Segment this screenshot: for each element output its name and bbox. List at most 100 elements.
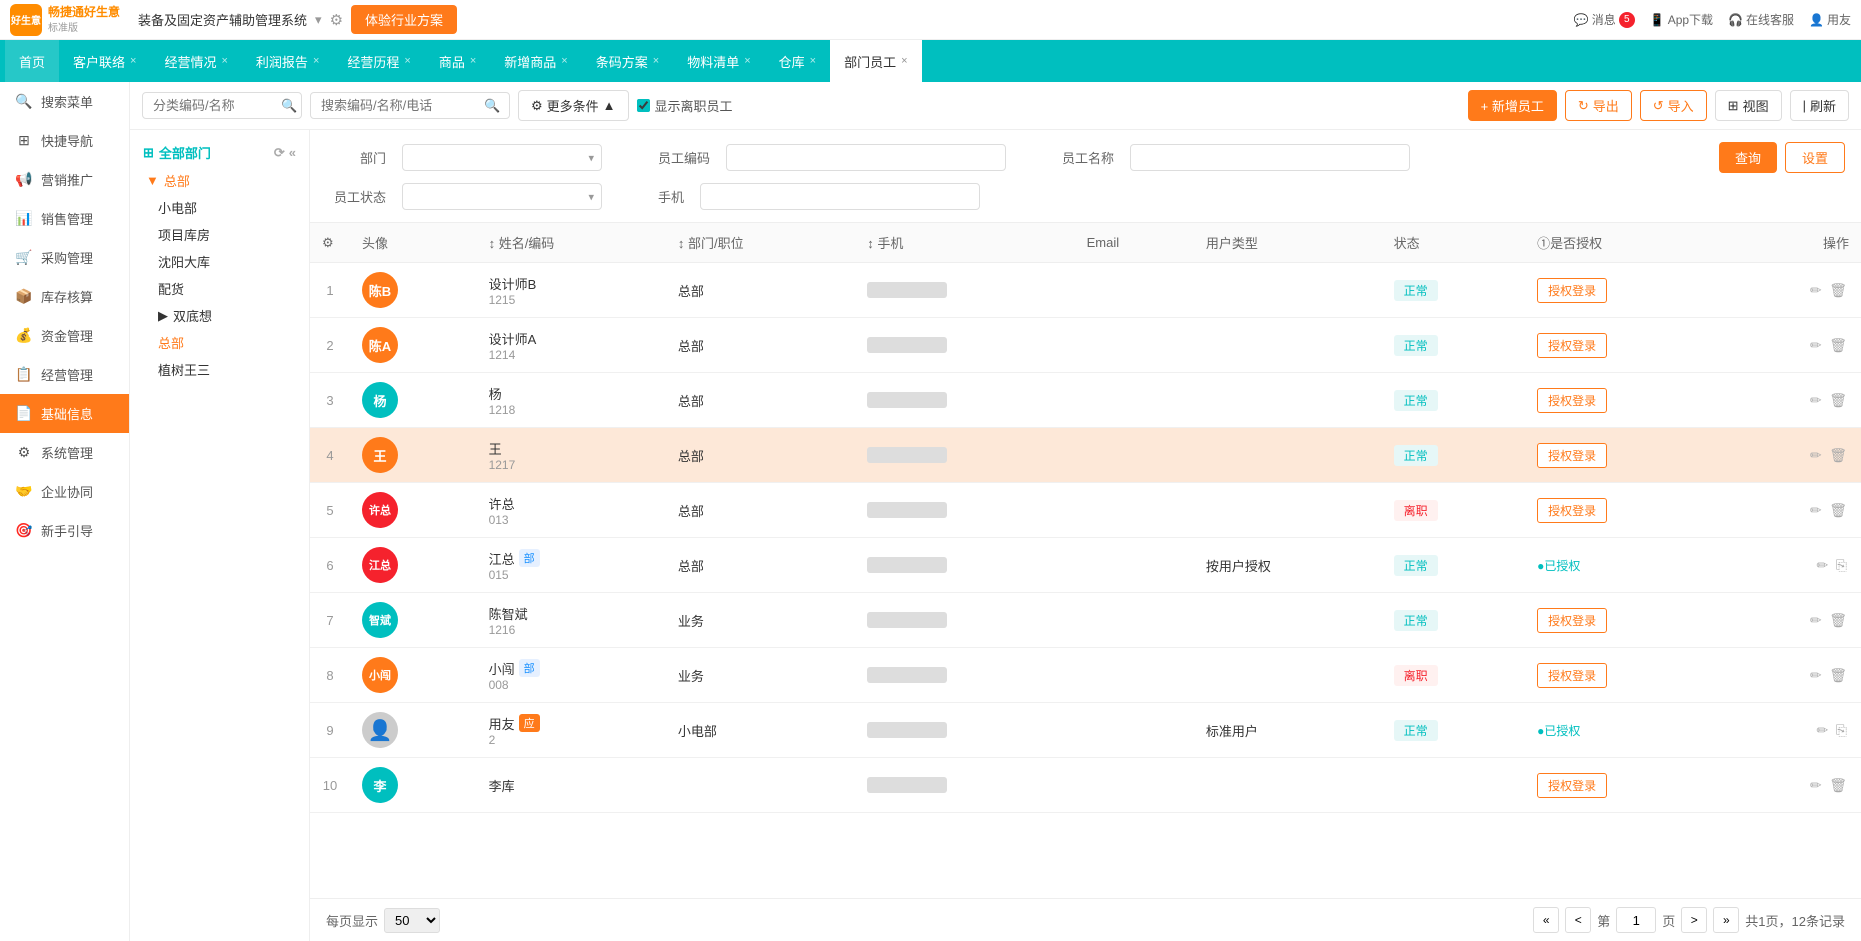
search-btn[interactable]: 查询 — [1719, 142, 1777, 173]
sidebar-item-operations[interactable]: 📋 经营管理 — [0, 355, 129, 394]
nav-item-goods[interactable]: 商品 × — [425, 40, 490, 82]
delete-btn[interactable]: 🗑 — [1827, 665, 1849, 686]
edit-btn[interactable]: ✏ — [1814, 720, 1830, 741]
phone-input[interactable] — [700, 183, 980, 210]
close-icon[interactable]: × — [901, 55, 907, 67]
reset-btn[interactable]: 设置 — [1785, 142, 1845, 173]
per-page-select[interactable]: 50 100 200 — [384, 908, 440, 933]
category-search-input[interactable] — [143, 93, 273, 118]
copy-btn[interactable]: ⎘ — [1834, 720, 1849, 741]
app-download-btn[interactable]: 📱 App下载 — [1650, 11, 1713, 28]
edit-btn[interactable]: ✏ — [1808, 280, 1824, 301]
delete-btn[interactable]: 🗑 — [1827, 335, 1849, 356]
nav-item-employees[interactable]: 部门员工 × — [830, 40, 921, 82]
authorize-btn[interactable]: 授权登录 — [1537, 498, 1607, 523]
dept-collapse-btn[interactable]: « — [289, 145, 296, 161]
views-btn[interactable]: ⊞ 视图 — [1715, 90, 1782, 121]
col-phone[interactable]: ↕ 手机 — [855, 223, 1074, 263]
dept-item-distribution[interactable]: 配货 — [138, 275, 301, 302]
edit-btn[interactable]: ✏ — [1814, 555, 1830, 576]
edit-btn[interactable]: ✏ — [1808, 775, 1824, 796]
edit-btn[interactable]: ✏ — [1808, 335, 1824, 356]
delete-btn[interactable]: 🗑 — [1827, 610, 1849, 631]
sidebar-item-finance[interactable]: 💰 资金管理 — [0, 316, 129, 355]
nav-item-profit[interactable]: 利润报告 × — [242, 40, 333, 82]
dept-refresh-icon[interactable]: ⟳ — [274, 145, 285, 161]
edit-btn[interactable]: ✏ — [1808, 445, 1824, 466]
authorize-btn[interactable]: 授权登录 — [1537, 773, 1607, 798]
nav-item-home[interactable]: 首页 — [5, 40, 59, 82]
col-dept[interactable]: ↕ 部门/职位 — [666, 223, 855, 263]
nav-item-bom[interactable]: 物料清单 × — [673, 40, 764, 82]
dept-select[interactable] — [402, 144, 602, 171]
category-search-icon[interactable]: 🔍 — [273, 98, 302, 114]
dept-item-xiao[interactable]: 小电部 — [138, 194, 301, 221]
close-icon[interactable]: × — [313, 55, 319, 67]
employee-search-input[interactable] — [311, 93, 476, 118]
sidebar-item-marketing[interactable]: 📢 营销推广 — [0, 160, 129, 199]
add-employee-btn[interactable]: + 新增员工 — [1468, 90, 1557, 121]
dept-item-general[interactable]: 总部 — [138, 329, 301, 356]
sidebar-item-system[interactable]: ⚙ 系统管理 — [0, 433, 129, 472]
sidebar-item-sales[interactable]: 📊 销售管理 — [0, 199, 129, 238]
authorize-btn[interactable]: 授权登录 — [1537, 388, 1607, 413]
authorize-btn[interactable]: 授权登录 — [1537, 663, 1607, 688]
authorize-btn[interactable]: 授权登录 — [1537, 278, 1607, 303]
sidebar-item-guide[interactable]: 🎯 新手引导 — [0, 511, 129, 550]
dept-item-plant[interactable]: 植树王三 — [138, 356, 301, 383]
copy-btn[interactable]: ⎘ — [1834, 555, 1849, 576]
more-conditions-btn[interactable]: ⚙ 更多条件 ▲ — [518, 90, 629, 121]
delete-btn[interactable]: 🗑 — [1827, 775, 1849, 796]
col-name[interactable]: ↕ 姓名/编码 — [477, 223, 666, 263]
message-btn[interactable]: 💬 消息 5 — [1574, 11, 1635, 28]
sidebar-item-basic-info[interactable]: 📄 基础信息 — [0, 394, 129, 433]
close-icon[interactable]: × — [130, 55, 136, 67]
close-icon[interactable]: × — [470, 55, 476, 67]
nav-item-warehouse[interactable]: 仓库 × — [765, 40, 830, 82]
close-icon[interactable]: × — [404, 55, 410, 67]
employee-search-icon[interactable]: 🔍 — [476, 98, 508, 114]
dept-item-shuang[interactable]: ▶ 双底想 — [138, 302, 301, 329]
refresh-btn[interactable]: | 刷新 — [1790, 90, 1849, 121]
dept-item-root[interactable]: ▼ 总部 — [138, 167, 301, 194]
prev-page-btn[interactable]: < — [1565, 907, 1591, 933]
sidebar-item-inventory[interactable]: 📦 库存核算 — [0, 277, 129, 316]
nav-item-process[interactable]: 经营历程 × — [333, 40, 424, 82]
import-btn[interactable]: ↺ 导入 — [1640, 90, 1707, 121]
dept-item-shenyang[interactable]: 沈阳大库 — [138, 248, 301, 275]
first-page-btn[interactable]: « — [1533, 907, 1559, 933]
delete-btn[interactable]: 🗑 — [1827, 500, 1849, 521]
last-page-btn[interactable]: » — [1713, 907, 1739, 933]
export-btn[interactable]: ↻ 导出 — [1565, 90, 1632, 121]
next-page-btn[interactable]: > — [1681, 907, 1707, 933]
delete-btn[interactable]: 🗑 — [1827, 445, 1849, 466]
edit-btn[interactable]: ✏ — [1808, 610, 1824, 631]
authorize-btn[interactable]: 授权登录 — [1537, 333, 1607, 358]
sidebar-item-quicknav[interactable]: ⊞ 快捷导航 — [0, 121, 129, 160]
nav-item-barcode[interactable]: 条码方案 × — [582, 40, 673, 82]
experience-btn[interactable]: 体验行业方案 — [351, 5, 457, 34]
sidebar-item-collab[interactable]: 🤝 企业协同 — [0, 472, 129, 511]
emp-status-select[interactable] — [402, 183, 602, 210]
settings-icon[interactable]: ⚙ — [330, 11, 343, 29]
close-icon[interactable]: × — [810, 55, 816, 67]
close-icon[interactable]: × — [653, 55, 659, 67]
page-number-input[interactable] — [1616, 907, 1656, 933]
authorize-btn[interactable]: 授权登录 — [1537, 443, 1607, 468]
user-btn[interactable]: 👤 用友 — [1809, 11, 1851, 28]
dept-item-project[interactable]: 项目库房 — [138, 221, 301, 248]
nav-item-business[interactable]: 经营情况 × — [150, 40, 241, 82]
emp-name-input[interactable] — [1130, 144, 1410, 171]
nav-item-add-goods[interactable]: 新增商品 × — [490, 40, 581, 82]
close-icon[interactable]: × — [561, 55, 567, 67]
edit-btn[interactable]: ✏ — [1808, 390, 1824, 411]
online-service-btn[interactable]: 🎧 在线客服 — [1728, 11, 1794, 28]
sidebar-item-purchase[interactable]: 🛒 采购管理 — [0, 238, 129, 277]
emp-code-input[interactable] — [726, 144, 1006, 171]
col-settings[interactable]: ⚙ — [310, 223, 350, 263]
delete-btn[interactable]: 🗑 — [1827, 390, 1849, 411]
dropdown-arrow[interactable]: ▾ — [315, 12, 322, 28]
edit-btn[interactable]: ✏ — [1808, 665, 1824, 686]
show-resigned-checkbox[interactable] — [637, 99, 650, 112]
edit-btn[interactable]: ✏ — [1808, 500, 1824, 521]
